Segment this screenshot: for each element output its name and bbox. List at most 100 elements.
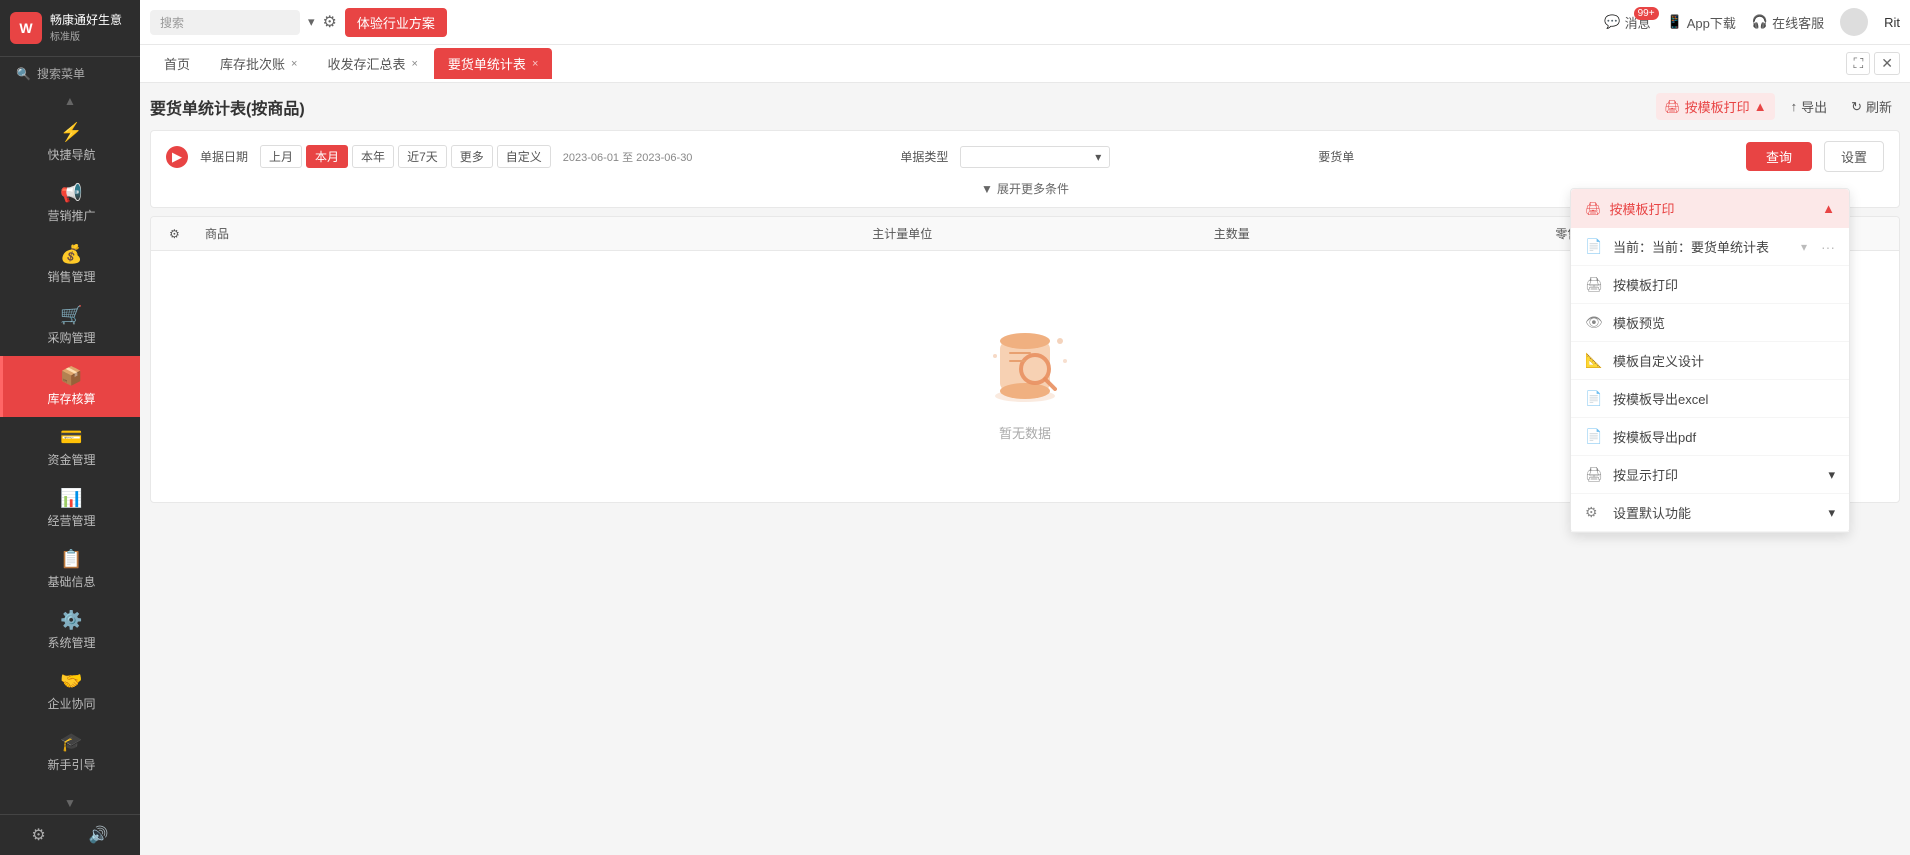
print-item-icon: 🖨 (1585, 276, 1603, 293)
display-print-icon: 🖨 (1585, 466, 1603, 483)
inventory-label: 库存核算 (47, 390, 95, 407)
date-buttons: 上月 本月 本年 近7天 更多 自定义 (260, 145, 551, 168)
required-goods-label: 要货单 (1318, 148, 1354, 165)
scroll-down-arrow[interactable]: ▼ (64, 796, 76, 810)
sidebar-item-sales[interactable]: 💰 销售管理 (0, 234, 140, 295)
date-range: 2023-06-01 至 2023-06-30 (563, 149, 693, 165)
filter-row-1: ▶ 单据日期 上月 本月 本年 近7天 更多 自定义 2023-06-01 至 … (166, 141, 1884, 172)
page-actions: 🖨 按模板打印 ▲ ↑ 导出 ↻ 刷新 (1656, 93, 1900, 120)
dropdown-header[interactable]: 🖨 按模板打印 ▲ (1571, 189, 1849, 228)
purchase-icon: 🛒 (60, 305, 82, 326)
dropdown-export-excel[interactable]: 📄 按模板导出excel (1571, 380, 1849, 418)
sidebar-item-quick-nav[interactable]: ⚡ 快捷导航 (0, 112, 140, 173)
type-select[interactable]: ▾ (960, 146, 1110, 168)
tab-order-close[interactable]: × (532, 58, 538, 70)
sidebar-item-app-center[interactable]: 🔲 应用中心 (0, 783, 140, 792)
sidebar-item-finance[interactable]: 💳 资金管理 (0, 417, 140, 478)
filter-expand-btn[interactable]: ▶ (166, 146, 188, 168)
chevron-down-icon: ▾ (1095, 150, 1101, 164)
default-settings-arrow: ▾ (1828, 505, 1835, 521)
date-label: 单据日期 (200, 148, 248, 165)
refresh-icon: ↻ (1851, 99, 1862, 115)
marketing-icon: 📢 (60, 183, 82, 204)
sidebar-footer: ⚙ 🔊 (0, 814, 140, 855)
refresh-action-btn[interactable]: ↻ 刷新 (1843, 93, 1900, 120)
system-icon: ⚙️ (60, 610, 82, 631)
operations-label: 经营管理 (47, 512, 95, 529)
experience-btn[interactable]: 体验行业方案 (345, 8, 447, 37)
inventory-icon: 📦 (60, 366, 82, 387)
topbar-dropdown[interactable]: ▾ (308, 14, 315, 30)
message-icon: 💬 (1604, 14, 1620, 30)
tabs-bar: 首页 库存批次账 × 收发存汇总表 × 要货单统计表 × ⛶ ✕ (140, 45, 1910, 83)
chevron-up-icon: ▲ (1754, 99, 1767, 114)
guide-icon: 🎓 (60, 732, 82, 753)
dropdown-template-print[interactable]: 🖨 按模板打印 (1571, 266, 1849, 304)
sidebar-search[interactable]: 🔍 搜索菜单 (0, 57, 140, 90)
tab-collection-summary[interactable]: 收发存汇总表 × (313, 48, 431, 79)
tabs-maximize-btn[interactable]: ⛶ (1846, 52, 1870, 75)
topbar: 搜索 ▾ ⚙ 体验行业方案 💬 消息 99+ 📱 App下载 🎧 在线客服 Ri… (140, 0, 1910, 45)
dropdown-current-template[interactable]: 📄 当前：当前：要货单统计表 ▾ ··· (1571, 228, 1849, 266)
topbar-gear[interactable]: ⚙ (323, 12, 337, 32)
tab-home[interactable]: 首页 (150, 48, 204, 79)
dropdown-template-design[interactable]: 📐 模板自定义设计 (1571, 342, 1849, 380)
messages-item[interactable]: 💬 消息 99+ (1604, 13, 1650, 32)
date-prev-month[interactable]: 上月 (260, 145, 302, 168)
sidebar-item-basic-info[interactable]: 📋 基础信息 (0, 539, 140, 600)
expand-more-btn[interactable]: ▼ 展开更多条件 (981, 180, 1069, 197)
col-settings[interactable]: ⚙ (161, 227, 197, 241)
more-options-icon[interactable]: ··· (1821, 239, 1835, 255)
tab-batch-account[interactable]: 库存批次账 × (206, 48, 311, 79)
username: Rit (1884, 15, 1900, 30)
tab-collection-close[interactable]: × (411, 58, 417, 70)
enterprise-icon: 🤝 (60, 671, 82, 692)
basic-info-label: 基础信息 (47, 573, 95, 590)
sales-label: 销售管理 (47, 268, 95, 285)
tab-batch-close[interactable]: × (291, 58, 297, 70)
template-icon: 📄 (1585, 238, 1603, 255)
sidebar-item-enterprise[interactable]: 🤝 企业协同 (0, 661, 140, 722)
date-custom[interactable]: 自定义 (497, 145, 551, 168)
print-action-btn[interactable]: 🖨 按模板打印 ▲ (1656, 93, 1774, 120)
app-download-item[interactable]: 📱 App下载 (1667, 13, 1736, 32)
dropdown-template-preview[interactable]: 👁 模板预览 (1571, 304, 1849, 342)
export-action-btn[interactable]: ↑ 导出 (1783, 93, 1836, 120)
online-service-item[interactable]: 🎧 在线客服 (1752, 13, 1824, 32)
operations-icon: 📊 (60, 488, 82, 509)
system-label: 系统管理 (47, 634, 95, 651)
quick-nav-label: 快捷导航 (47, 146, 95, 163)
sidebar-item-purchase[interactable]: 🛒 采购管理 (0, 295, 140, 356)
dropdown-display-print[interactable]: 🖨 按显示打印 ▾ (1571, 456, 1849, 494)
sidebar-item-guide[interactable]: 🎓 新手引导 (0, 722, 140, 783)
speaker-footer-btn[interactable]: 🔊 (89, 825, 109, 845)
dropdown-default-settings[interactable]: ⚙ 设置默认功能 ▾ (1571, 494, 1849, 532)
date-current-year[interactable]: 本年 (352, 145, 394, 168)
query-btn[interactable]: 查询 (1746, 142, 1812, 171)
printer-dropdown-icon: 🖨 (1585, 201, 1602, 217)
sidebar: W 畅康通好生意 标准版 🔍 搜索菜单 ▲ ⚡ 快捷导航📢 营销推广💰 销售管理… (0, 0, 140, 855)
topbar-search[interactable]: 搜索 (150, 10, 300, 35)
dropdown-export-pdf[interactable]: 📄 按模板导出pdf (1571, 418, 1849, 456)
col-quantity: 主数量 (1206, 225, 1548, 242)
enterprise-label: 企业协同 (47, 695, 95, 712)
logo-icon: W (10, 12, 42, 44)
sidebar-item-inventory[interactable]: 📦 库存核算 (0, 356, 140, 417)
search-icon: 🔍 (16, 67, 31, 81)
user-avatar[interactable] (1840, 8, 1868, 36)
sidebar-item-operations[interactable]: 📊 经营管理 (0, 478, 140, 539)
sidebar-item-marketing[interactable]: 📢 营销推广 (0, 173, 140, 234)
col-unit: 主计量单位 (864, 225, 1206, 242)
date-more[interactable]: 更多 (451, 145, 493, 168)
main-content: 要货单统计表(按商品) 🖨 按模板打印 ▲ ↑ 导出 ↻ 刷新 (140, 83, 1910, 855)
date-last-7days[interactable]: 近7天 (398, 145, 447, 168)
tabs-close-btn[interactable]: ✕ (1874, 52, 1900, 75)
settings-footer-btn[interactable]: ⚙ (31, 825, 45, 845)
settings-btn[interactable]: 设置 (1824, 141, 1884, 172)
sidebar-item-system[interactable]: ⚙️ 系统管理 (0, 600, 140, 661)
tab-order-stats[interactable]: 要货单统计表 × (434, 48, 552, 79)
dropdown-collapse-btn[interactable]: ▲ (1822, 201, 1835, 216)
scroll-up-arrow[interactable]: ▲ (64, 94, 76, 108)
date-current-month[interactable]: 本月 (306, 145, 348, 168)
sidebar-logo: W 畅康通好生意 标准版 (0, 0, 140, 57)
